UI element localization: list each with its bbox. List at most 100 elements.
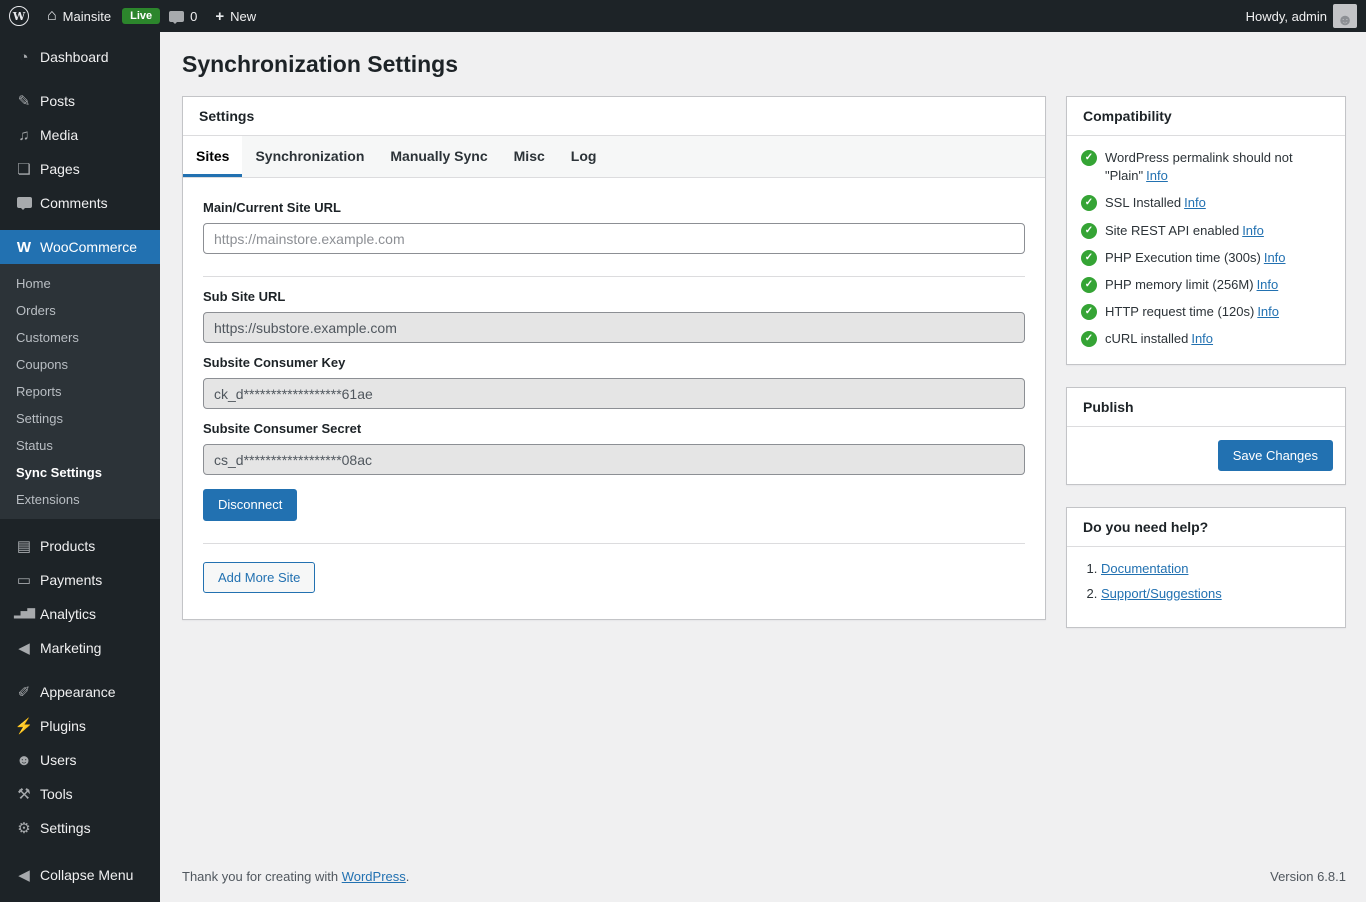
wordpress-logo-button[interactable]: W bbox=[0, 0, 38, 32]
compat-item-permalink: ✓ WordPress permalink should not "Plain"… bbox=[1081, 149, 1331, 185]
woocommerce-submenu: Home Orders Customers Coupons Reports Se… bbox=[0, 264, 160, 519]
publish-header: Publish bbox=[1067, 388, 1345, 427]
consumer-secret-label: Subsite Consumer Secret bbox=[203, 421, 362, 436]
sidebar-item-comments[interactable]: Comments bbox=[0, 186, 160, 220]
sidebar-item-posts[interactable]: ✎ Posts bbox=[0, 84, 160, 118]
sidebar-item-media[interactable]: ♫ Media bbox=[0, 118, 160, 152]
main-site-url-label: Main/Current Site URL bbox=[203, 200, 341, 215]
admin-footer: Thank you for creating with WordPress. V… bbox=[182, 861, 1346, 888]
menu-separator bbox=[0, 665, 160, 675]
site-name-button[interactable]: ⌂ Mainsite bbox=[38, 0, 120, 32]
check-circle-icon: ✓ bbox=[1081, 276, 1097, 293]
settings-icon: ⚙ bbox=[17, 819, 31, 837]
payments-icon: ▭ bbox=[16, 571, 32, 589]
tab-log[interactable]: Log bbox=[558, 136, 610, 177]
consumer-key-label: Subsite Consumer Key bbox=[203, 355, 346, 370]
tools-icon: ⚒ bbox=[17, 785, 31, 803]
avatar: ☻ bbox=[1333, 4, 1357, 28]
new-content-button[interactable]: + New bbox=[206, 0, 265, 32]
sidebar-item-dashboard[interactable]: ◔ Dashboard bbox=[0, 40, 160, 74]
settings-tabs: Sites Synchronization Manually Sync Misc… bbox=[183, 136, 1045, 178]
version-label: Version 6.8.1 bbox=[1270, 869, 1346, 884]
main-site-url-input[interactable] bbox=[203, 223, 1025, 254]
sidebar-subitem-sync-settings[interactable]: Sync Settings bbox=[0, 459, 160, 486]
help-box: Do you need help? Documentation Support/… bbox=[1066, 507, 1346, 629]
marketing-icon: ◀ bbox=[18, 639, 30, 657]
sub-site-url-input[interactable] bbox=[203, 312, 1025, 343]
comments-icon bbox=[10, 196, 38, 211]
sidebar-item-plugins[interactable]: ⚡ Plugins bbox=[0, 709, 160, 743]
pages-icon: ❏ bbox=[17, 160, 31, 178]
info-link[interactable]: Info bbox=[1242, 223, 1264, 238]
info-link[interactable]: Info bbox=[1184, 195, 1206, 210]
compatibility-box: Compatibility ✓ WordPress permalink shou… bbox=[1066, 96, 1346, 365]
sidebar-item-tools[interactable]: ⚒ Tools bbox=[0, 777, 160, 811]
disconnect-button[interactable]: Disconnect bbox=[203, 489, 298, 521]
comments-admin-bar-button[interactable]: 0 bbox=[160, 0, 206, 32]
sidebar-subitem-coupons[interactable]: Coupons bbox=[0, 351, 160, 378]
sidebar-item-pages[interactable]: ❏ Pages bbox=[0, 152, 160, 186]
help-list-item: Documentation bbox=[1101, 561, 1329, 576]
wordpress-link[interactable]: WordPress bbox=[342, 869, 406, 884]
sidebar-item-products[interactable]: ▤ Products bbox=[0, 529, 160, 563]
consumer-key-input[interactable] bbox=[203, 378, 1025, 409]
check-circle-icon: ✓ bbox=[1081, 195, 1097, 212]
footer-thanks-text: Thank you for creating with WordPress. bbox=[182, 869, 410, 884]
menu-separator bbox=[0, 74, 160, 84]
tab-manually-sync[interactable]: Manually Sync bbox=[377, 136, 500, 177]
sidebar-item-analytics[interactable]: ▂▅▇ Analytics bbox=[0, 597, 160, 631]
settings-box-header: Settings bbox=[183, 97, 1045, 136]
howdy-label: Howdy, admin bbox=[1245, 8, 1327, 24]
compat-item-curl: ✓ cURL installed Info bbox=[1081, 330, 1331, 348]
sidebar-subitem-reports[interactable]: Reports bbox=[0, 378, 160, 405]
info-link[interactable]: Info bbox=[1264, 250, 1286, 265]
menu-separator bbox=[0, 519, 160, 529]
sidebar-item-marketing[interactable]: ◀ Marketing bbox=[0, 631, 160, 665]
analytics-icon: ▂▅▇ bbox=[13, 608, 35, 619]
divider bbox=[203, 542, 1025, 544]
sidebar-item-appearance[interactable]: ✐ Appearance bbox=[0, 675, 160, 709]
add-more-site-button[interactable]: Add More Site bbox=[203, 561, 316, 594]
help-header: Do you need help? bbox=[1067, 508, 1345, 548]
info-link[interactable]: Info bbox=[1257, 277, 1279, 292]
sidebar-item-settings[interactable]: ⚙ Settings bbox=[0, 811, 160, 845]
media-icon: ♫ bbox=[18, 126, 30, 144]
sidebar-subitem-customers[interactable]: Customers bbox=[0, 324, 160, 351]
compat-item-rest-api: ✓ Site REST API enabled Info bbox=[1081, 222, 1331, 240]
sidebar-subitem-extensions[interactable]: Extensions bbox=[0, 486, 160, 513]
sidebar-subitem-home[interactable]: Home bbox=[0, 270, 160, 297]
compat-item-ssl: ✓ SSL Installed Info bbox=[1081, 194, 1331, 212]
sidebar-subitem-status[interactable]: Status bbox=[0, 432, 160, 459]
consumer-secret-input[interactable] bbox=[203, 444, 1025, 475]
products-icon: ▤ bbox=[16, 537, 32, 555]
dashboard-icon: ◔ bbox=[19, 48, 29, 66]
support-suggestions-link[interactable]: Support/Suggestions bbox=[1101, 586, 1222, 601]
divider bbox=[203, 276, 1025, 277]
save-changes-button[interactable]: Save Changes bbox=[1217, 439, 1333, 472]
compat-item-http-request: ✓ HTTP request time (120s) Info bbox=[1081, 303, 1331, 321]
sidebar-item-users[interactable]: ☻ Users bbox=[0, 743, 160, 777]
documentation-link[interactable]: Documentation bbox=[1101, 561, 1188, 576]
sidebar-item-payments[interactable]: ▭ Payments bbox=[0, 563, 160, 597]
info-link[interactable]: Info bbox=[1191, 331, 1213, 346]
menu-separator bbox=[0, 220, 160, 230]
info-link[interactable]: Info bbox=[1146, 168, 1168, 183]
tab-misc[interactable]: Misc bbox=[501, 136, 558, 177]
check-circle-icon: ✓ bbox=[1081, 222, 1097, 239]
tab-synchronization[interactable]: Synchronization bbox=[242, 136, 377, 177]
collapse-menu-button[interactable]: ◀ Collapse Menu bbox=[0, 858, 160, 892]
site-name-label: Mainsite bbox=[62, 8, 112, 24]
compat-item-php-execution: ✓ PHP Execution time (300s) Info bbox=[1081, 249, 1331, 267]
account-menu-button[interactable]: Howdy, admin ☻ bbox=[1237, 0, 1366, 32]
users-icon: ☻ bbox=[16, 751, 32, 769]
comment-bubble-icon bbox=[169, 10, 185, 24]
sidebar-item-woocommerce[interactable]: W WooCommerce bbox=[0, 230, 160, 264]
new-label: New bbox=[230, 8, 257, 24]
appearance-icon: ✐ bbox=[17, 683, 31, 701]
sidebar-subitem-orders[interactable]: Orders bbox=[0, 297, 160, 324]
info-link[interactable]: Info bbox=[1257, 304, 1279, 319]
help-list-item: Support/Suggestions bbox=[1101, 586, 1329, 601]
sidebar-subitem-settings[interactable]: Settings bbox=[0, 405, 160, 432]
tab-sites[interactable]: Sites bbox=[183, 136, 243, 177]
